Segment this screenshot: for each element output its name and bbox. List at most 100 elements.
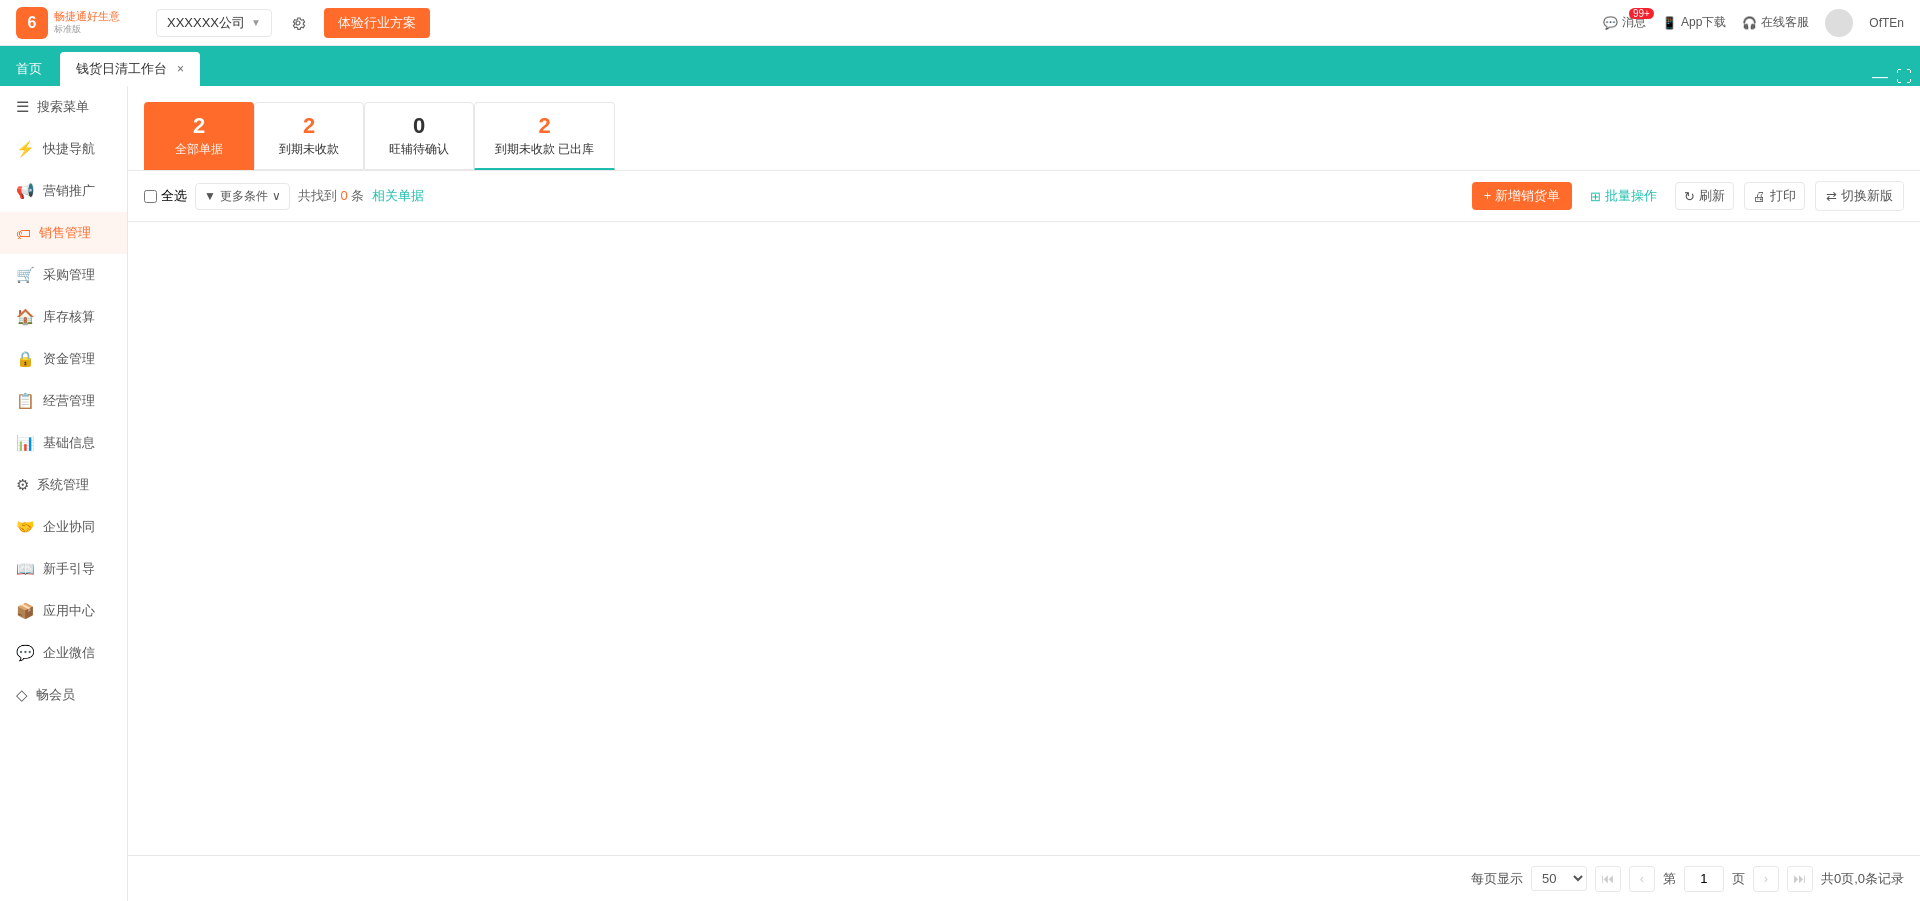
tab-close-icon[interactable]: × [177, 62, 184, 76]
summary-label-shipped: 到期未收款 已出库 [495, 141, 594, 158]
summary-count-wangwang: 0 [385, 113, 453, 139]
app-download-button[interactable]: 📱 App下载 [1662, 14, 1726, 31]
search-icon: ☰ [16, 98, 29, 116]
summary-count-shipped: 2 [495, 113, 594, 139]
logo-icon: 6 [16, 7, 48, 39]
switch-version-button[interactable]: ⇄ 切换新版 [1815, 181, 1904, 211]
switch-icon: ⇄ [1826, 189, 1837, 204]
sidebar-label: 资金管理 [43, 350, 95, 368]
sidebar-item-inventory[interactable]: 🏠 库存核算 [0, 296, 127, 338]
sidebar: ☰ 搜索菜单 ⚡ 快捷导航 📢 营销推广 🏷 销售管理 🛒 采购管理 🏠 库存核… [0, 86, 128, 901]
sidebar-item-wechat[interactable]: 💬 企业微信 [0, 632, 127, 674]
sidebar-label: 库存核算 [43, 308, 95, 326]
quick-icon: ⚡ [16, 140, 35, 158]
toolbar: 全选 ▼ 更多条件 ∨ 共找到 0 条 相关单据 + 新增销货单 ⊞ 批 [128, 171, 1920, 222]
table-area [128, 222, 1920, 855]
summary-tab-overdue[interactable]: 2 到期未收款 [254, 102, 364, 170]
page-label: 页 [1732, 870, 1745, 888]
summary-label-all: 全部单据 [165, 141, 233, 158]
sidebar-item-app-center[interactable]: 📦 应用中心 [0, 590, 127, 632]
company-selector[interactable]: XXXXXX公司 ▼ [156, 9, 272, 37]
sidebar-item-operation[interactable]: 📋 经营管理 [0, 380, 127, 422]
sales-icon: 🏷 [16, 225, 31, 242]
trial-button[interactable]: 体验行业方案 [324, 8, 430, 38]
sidebar-item-basic-info[interactable]: 📊 基础信息 [0, 422, 127, 464]
sidebar-label: 应用中心 [43, 602, 95, 620]
summary-count-overdue: 2 [275, 113, 343, 139]
select-all-input[interactable] [144, 190, 157, 203]
tab-expand-button[interactable]: ⛶ [1896, 68, 1912, 86]
first-page-button[interactable]: ⏮ [1595, 866, 1621, 892]
refresh-button[interactable]: ↻ 刷新 [1675, 182, 1734, 210]
sidebar-label: 畅会员 [36, 686, 75, 704]
marketing-icon: 📢 [16, 182, 35, 200]
more-filter-button[interactable]: ▼ 更多条件 ∨ [195, 183, 290, 210]
chevron-down-icon: ∨ [272, 189, 281, 203]
header-left: 6 畅捷通好生意 标准版 XXXXXX公司 ▼ 体验行业方案 [16, 7, 430, 39]
avatar[interactable] [1825, 9, 1853, 37]
refresh-icon: ↻ [1684, 189, 1695, 204]
page-number-input[interactable]: 1 [1684, 866, 1724, 892]
summary-tab-overdue-shipped[interactable]: 2 到期未收款 已出库 [474, 102, 615, 170]
logo-text: 畅捷通好生意 [54, 9, 120, 23]
tab-home[interactable]: 首页 [0, 52, 58, 86]
batch-operation-button[interactable]: ⊞ 批量操作 [1582, 183, 1665, 209]
logo-badge: 标准版 [54, 23, 120, 36]
last-page-button[interactable]: ⏭ [1787, 866, 1813, 892]
per-page-select[interactable]: 50 100 200 [1531, 866, 1587, 891]
tab-minimize-button[interactable]: — [1872, 68, 1888, 86]
company-name: XXXXXX公司 [167, 14, 245, 32]
print-icon: 🖨 [1753, 189, 1766, 204]
sidebar-label: 新手引导 [43, 560, 95, 578]
sidebar-item-sales[interactable]: 🏷 销售管理 [0, 212, 127, 254]
system-icon: ⚙ [16, 476, 29, 494]
purchase-icon: 🛒 [16, 266, 35, 284]
per-page-label: 每页显示 [1471, 870, 1523, 888]
sidebar-item-marketing[interactable]: 📢 营销推广 [0, 170, 127, 212]
related-link[interactable]: 相关单据 [372, 187, 424, 205]
next-page-button[interactable]: › [1753, 866, 1779, 892]
sidebar-label: 采购管理 [43, 266, 95, 284]
new-sale-order-button[interactable]: + 新增销货单 [1472, 182, 1572, 210]
summary-tab-all[interactable]: 2 全部单据 [144, 102, 254, 170]
found-text: 共找到 0 条 [298, 187, 364, 205]
summary-tab-wangwang[interactable]: 0 旺辅待确认 [364, 102, 474, 170]
sidebar-label: 销售管理 [39, 224, 91, 242]
sidebar-item-finance[interactable]: 🔒 资金管理 [0, 338, 127, 380]
inventory-icon: 🏠 [16, 308, 35, 326]
sidebar-item-member[interactable]: ◇ 畅会员 [0, 674, 127, 716]
headset-icon: 🎧 [1742, 16, 1757, 30]
finance-icon: 🔒 [16, 350, 35, 368]
sidebar-label: 搜索菜单 [37, 98, 89, 116]
prev-page-button[interactable]: ‹ [1629, 866, 1655, 892]
filter-icon: ▼ [204, 189, 216, 203]
select-all-checkbox[interactable]: 全选 [144, 187, 187, 205]
wechat-icon: 💬 [16, 644, 35, 662]
message-button[interactable]: 💬 消息 99+ [1603, 14, 1646, 31]
header-right: 💬 消息 99+ 📱 App下载 🎧 在线客服 OfTEn [1603, 9, 1904, 37]
online-service-button[interactable]: 🎧 在线客服 [1742, 14, 1809, 31]
toolbar-right: + 新增销货单 ⊞ 批量操作 ↻ 刷新 🖨 打印 ⇄ 切换新版 [1472, 181, 1904, 211]
total-records: 共0页,0条记录 [1821, 870, 1904, 888]
found-count: 0 [341, 188, 348, 203]
sidebar-label: 经营管理 [43, 392, 95, 410]
sidebar-item-quick-nav[interactable]: ⚡ 快捷导航 [0, 128, 127, 170]
beginner-icon: 📖 [16, 560, 35, 578]
content-area: 2 全部单据 2 到期未收款 0 旺辅待确认 2 到期未收款 已出库 全选 [128, 86, 1920, 901]
operation-icon: 📋 [16, 392, 35, 410]
sidebar-item-purchase[interactable]: 🛒 采购管理 [0, 254, 127, 296]
sidebar-label: 快捷导航 [43, 140, 95, 158]
sidebar-item-search-menu[interactable]: ☰ 搜索菜单 [0, 86, 127, 128]
tabs-bar: 首页 钱货日清工作台 × — ⛶ [0, 46, 1920, 86]
print-button[interactable]: 🖨 打印 [1744, 182, 1805, 210]
toolbar-left: 全选 ▼ 更多条件 ∨ 共找到 0 条 相关单据 [144, 183, 1460, 210]
avatar-name: OfTEn [1869, 16, 1904, 30]
sidebar-item-system[interactable]: ⚙ 系统管理 [0, 464, 127, 506]
settings-button[interactable] [284, 9, 312, 37]
summary-tabs: 2 全部单据 2 到期未收款 0 旺辅待确认 2 到期未收款 已出库 [128, 86, 1920, 171]
summary-label-overdue: 到期未收款 [275, 141, 343, 158]
sidebar-item-enterprise[interactable]: 🤝 企业协同 [0, 506, 127, 548]
pagination: 每页显示 50 100 200 ⏮ ‹ 第 1 页 › ⏭ 共0页,0条记录 [128, 855, 1920, 901]
sidebar-item-beginner[interactable]: 📖 新手引导 [0, 548, 127, 590]
tab-active[interactable]: 钱货日清工作台 × [60, 52, 200, 86]
